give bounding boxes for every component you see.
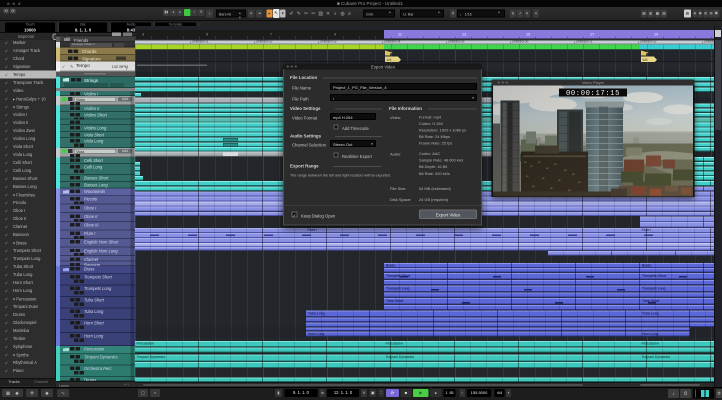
svg-text:00:00:17:15: 00:00:17:15 xyxy=(566,90,620,98)
